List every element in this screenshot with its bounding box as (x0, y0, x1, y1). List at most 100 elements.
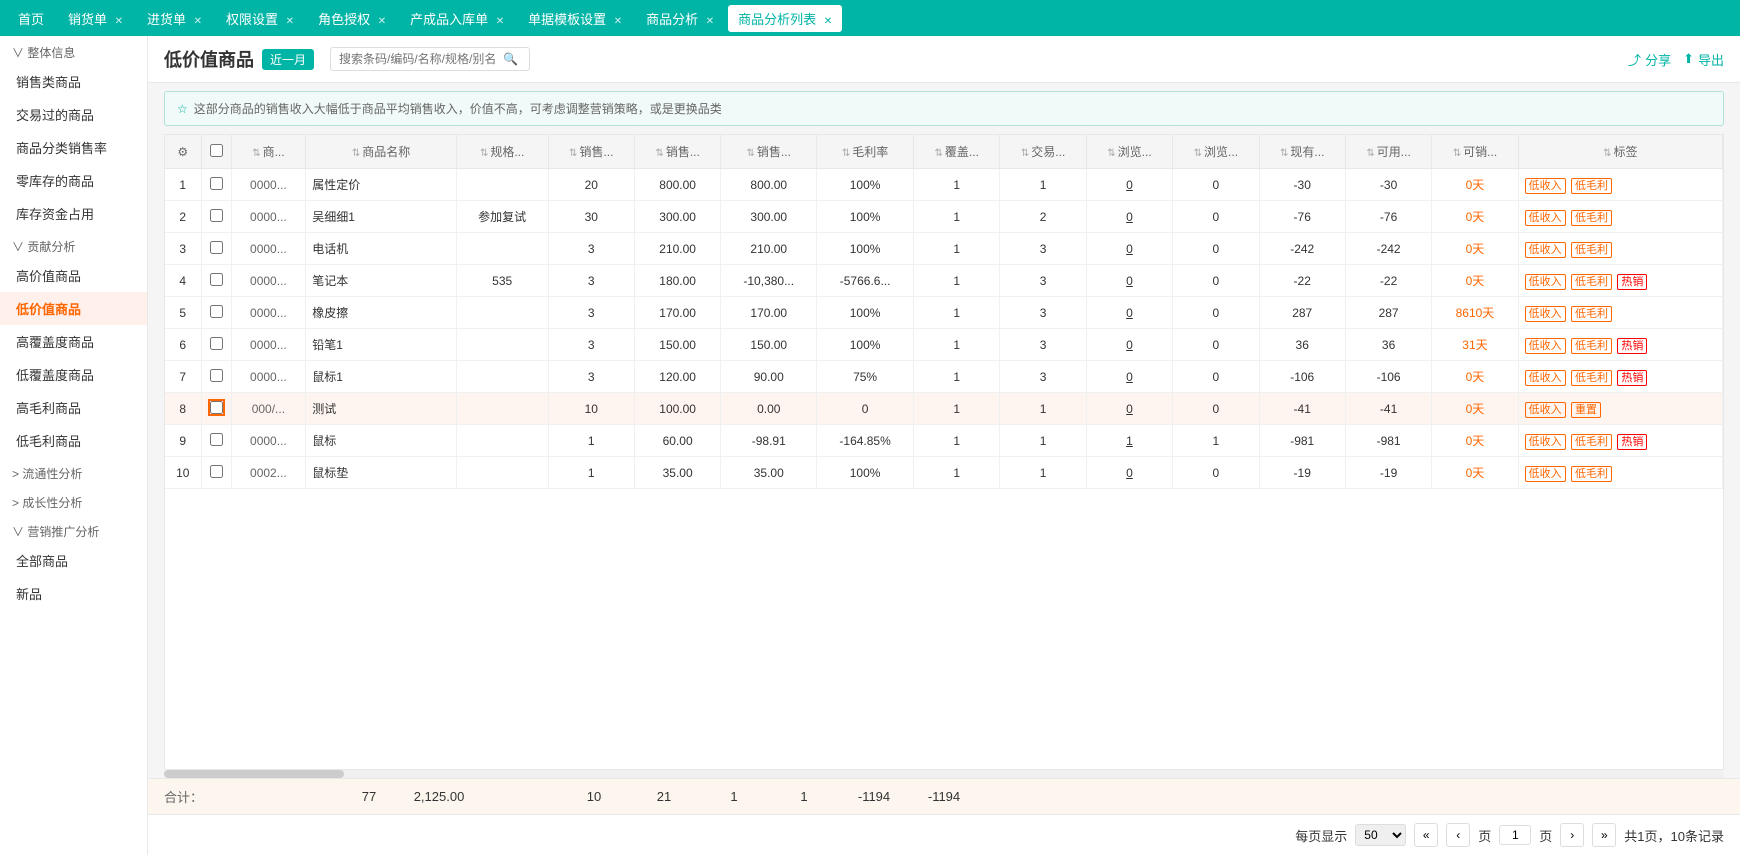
th-browse1[interactable]: ⇅浏览... (1086, 135, 1172, 169)
cell-browse1[interactable]: 0 (1086, 329, 1172, 361)
export-button[interactable]: ⬆ 导出 (1683, 50, 1724, 69)
th-spec[interactable]: ⇅规格... (456, 135, 548, 169)
row-checkbox[interactable] (210, 433, 223, 446)
row-checkbox[interactable] (210, 337, 223, 350)
row-checkbox[interactable] (210, 241, 223, 254)
nav-close-warehouse[interactable]: ✕ (496, 16, 504, 27)
prev-page-button[interactable]: ‹ (1446, 823, 1470, 847)
cell-checkbox[interactable] (201, 169, 231, 201)
row-checkbox[interactable] (210, 305, 223, 318)
nav-product-analysis[interactable]: 商品分析 ✕ (636, 5, 724, 32)
sidebar-item-low-margin[interactable]: 低毛利商品 (0, 424, 147, 457)
th-sales2[interactable]: ⇅销售... (634, 135, 720, 169)
share-button[interactable]: ⤴ 分享 (1628, 50, 1671, 69)
nav-close-permissions[interactable]: ✕ (286, 16, 294, 27)
nav-role-auth[interactable]: 角色授权 ✕ (308, 5, 396, 32)
cell-browse1[interactable]: 0 (1086, 297, 1172, 329)
sidebar-item-sales-products[interactable]: 销售类商品 (0, 65, 147, 98)
th-margin-rate[interactable]: ⇅毛利率 (817, 135, 914, 169)
nav-close-sales[interactable]: ✕ (115, 16, 123, 27)
sidebar-item-low-value[interactable]: 低价值商品 (0, 292, 147, 325)
horizontal-scrollbar[interactable] (164, 770, 1724, 778)
date-filter-button[interactable]: 近一月 (262, 49, 314, 70)
cell-browse1[interactable]: 0 (1086, 457, 1172, 489)
sidebar-item-high-value[interactable]: 高价值商品 (0, 259, 147, 292)
row-checkbox[interactable] (210, 369, 223, 382)
row-checkbox[interactable] (210, 401, 223, 414)
row-checkbox[interactable] (210, 273, 223, 286)
nav-purchase-order[interactable]: 进货单 ✕ (137, 5, 212, 32)
table-row: 2 0000... 吴细细1 参加复试 30 300.00 300.00 100… (165, 201, 1723, 233)
th-tags[interactable]: ⇅标签 (1518, 135, 1722, 169)
cell-browse1[interactable]: 1 (1086, 425, 1172, 457)
th-sales3[interactable]: ⇅销售... (721, 135, 817, 169)
nav-close-purchase[interactable]: ✕ (194, 16, 202, 27)
sidebar-item-stock-fund[interactable]: 库存资金占用 (0, 197, 147, 230)
sidebar-item-traded-products[interactable]: 交易过的商品 (0, 98, 147, 131)
sidebar-item-high-margin[interactable]: 高毛利商品 (0, 391, 147, 424)
th-stock-sellable[interactable]: ⇅可销... (1432, 135, 1518, 169)
per-page-select[interactable]: 50 100 200 (1355, 824, 1406, 846)
sidebar-item-new-products[interactable]: 新品 (0, 577, 147, 610)
cell-trade: 1 (1000, 457, 1086, 489)
th-trade[interactable]: ⇅交易... (1000, 135, 1086, 169)
cell-browse1[interactable]: 0 (1086, 201, 1172, 233)
nav-close-analysis[interactable]: ✕ (706, 16, 714, 27)
cell-trade: 2 (1000, 201, 1086, 233)
sidebar-item-high-coverage[interactable]: 高覆盖度商品 (0, 325, 147, 358)
sidebar-group-flow[interactable]: > 流通性分析 (0, 457, 147, 486)
select-all-checkbox[interactable] (210, 144, 223, 157)
nav-close-template[interactable]: ✕ (614, 16, 622, 27)
sidebar-item-category-rate[interactable]: 商品分类销售率 (0, 131, 147, 164)
tag-label: 低收入 (1525, 466, 1566, 482)
search-input[interactable] (339, 52, 499, 66)
cell-checkbox[interactable] (201, 393, 231, 425)
th-settings[interactable]: ⚙ (165, 135, 201, 169)
sidebar-item-low-coverage[interactable]: 低覆盖度商品 (0, 358, 147, 391)
nav-close-analysis-list[interactable]: ✕ (824, 16, 832, 27)
scrollbar-thumb[interactable] (164, 770, 344, 778)
sidebar-item-all-products[interactable]: 全部商品 (0, 544, 147, 577)
row-checkbox[interactable] (210, 209, 223, 222)
cell-checkbox[interactable] (201, 329, 231, 361)
th-checkbox[interactable] (201, 135, 231, 169)
th-code[interactable]: ⇅商... (231, 135, 306, 169)
th-coverage[interactable]: ⇅覆盖... (914, 135, 1000, 169)
row-checkbox[interactable] (210, 177, 223, 190)
cell-stock1: -41 (1259, 393, 1345, 425)
cell-browse1[interactable]: 0 (1086, 169, 1172, 201)
cell-checkbox[interactable] (201, 265, 231, 297)
cell-checkbox[interactable] (201, 233, 231, 265)
th-name[interactable]: ⇅商品名称 (306, 135, 456, 169)
th-sales1[interactable]: ⇅销售... (548, 135, 634, 169)
cell-browse1[interactable]: 0 (1086, 233, 1172, 265)
cell-checkbox[interactable] (201, 457, 231, 489)
nav-home[interactable]: 首页 (8, 5, 54, 32)
cell-s4: 100% (817, 457, 914, 489)
sidebar-group-growth[interactable]: > 成长性分析 (0, 486, 147, 515)
cell-checkbox[interactable] (201, 297, 231, 329)
cell-checkbox[interactable] (201, 361, 231, 393)
cell-stock2: -242 (1345, 233, 1431, 265)
search-icon[interactable]: 🔍 (503, 52, 518, 66)
cell-checkbox[interactable] (201, 425, 231, 457)
cell-browse1[interactable]: 0 (1086, 361, 1172, 393)
current-page-input[interactable] (1499, 825, 1531, 845)
nav-close-role[interactable]: ✕ (378, 16, 386, 27)
cell-browse1[interactable]: 0 (1086, 393, 1172, 425)
next-page-button[interactable]: › (1560, 823, 1584, 847)
first-page-button[interactable]: « (1414, 823, 1438, 847)
nav-sales-order[interactable]: 销货单 ✕ (58, 5, 133, 32)
last-page-button[interactable]: » (1592, 823, 1616, 847)
cell-browse1[interactable]: 0 (1086, 265, 1172, 297)
th-stock-current[interactable]: ⇅现有... (1259, 135, 1345, 169)
nav-product-warehouse[interactable]: 产成品入库单 ✕ (400, 5, 514, 32)
nav-product-analysis-list[interactable]: 商品分析列表 ✕ (728, 5, 842, 32)
th-stock-available[interactable]: ⇅可用... (1345, 135, 1431, 169)
row-checkbox[interactable] (210, 465, 223, 478)
th-browse2[interactable]: ⇅浏览... (1173, 135, 1259, 169)
sidebar-item-zero-stock[interactable]: 零库存的商品 (0, 164, 147, 197)
nav-permissions[interactable]: 权限设置 ✕ (216, 5, 304, 32)
cell-checkbox[interactable] (201, 201, 231, 233)
nav-template-settings[interactable]: 单据模板设置 ✕ (518, 5, 632, 32)
